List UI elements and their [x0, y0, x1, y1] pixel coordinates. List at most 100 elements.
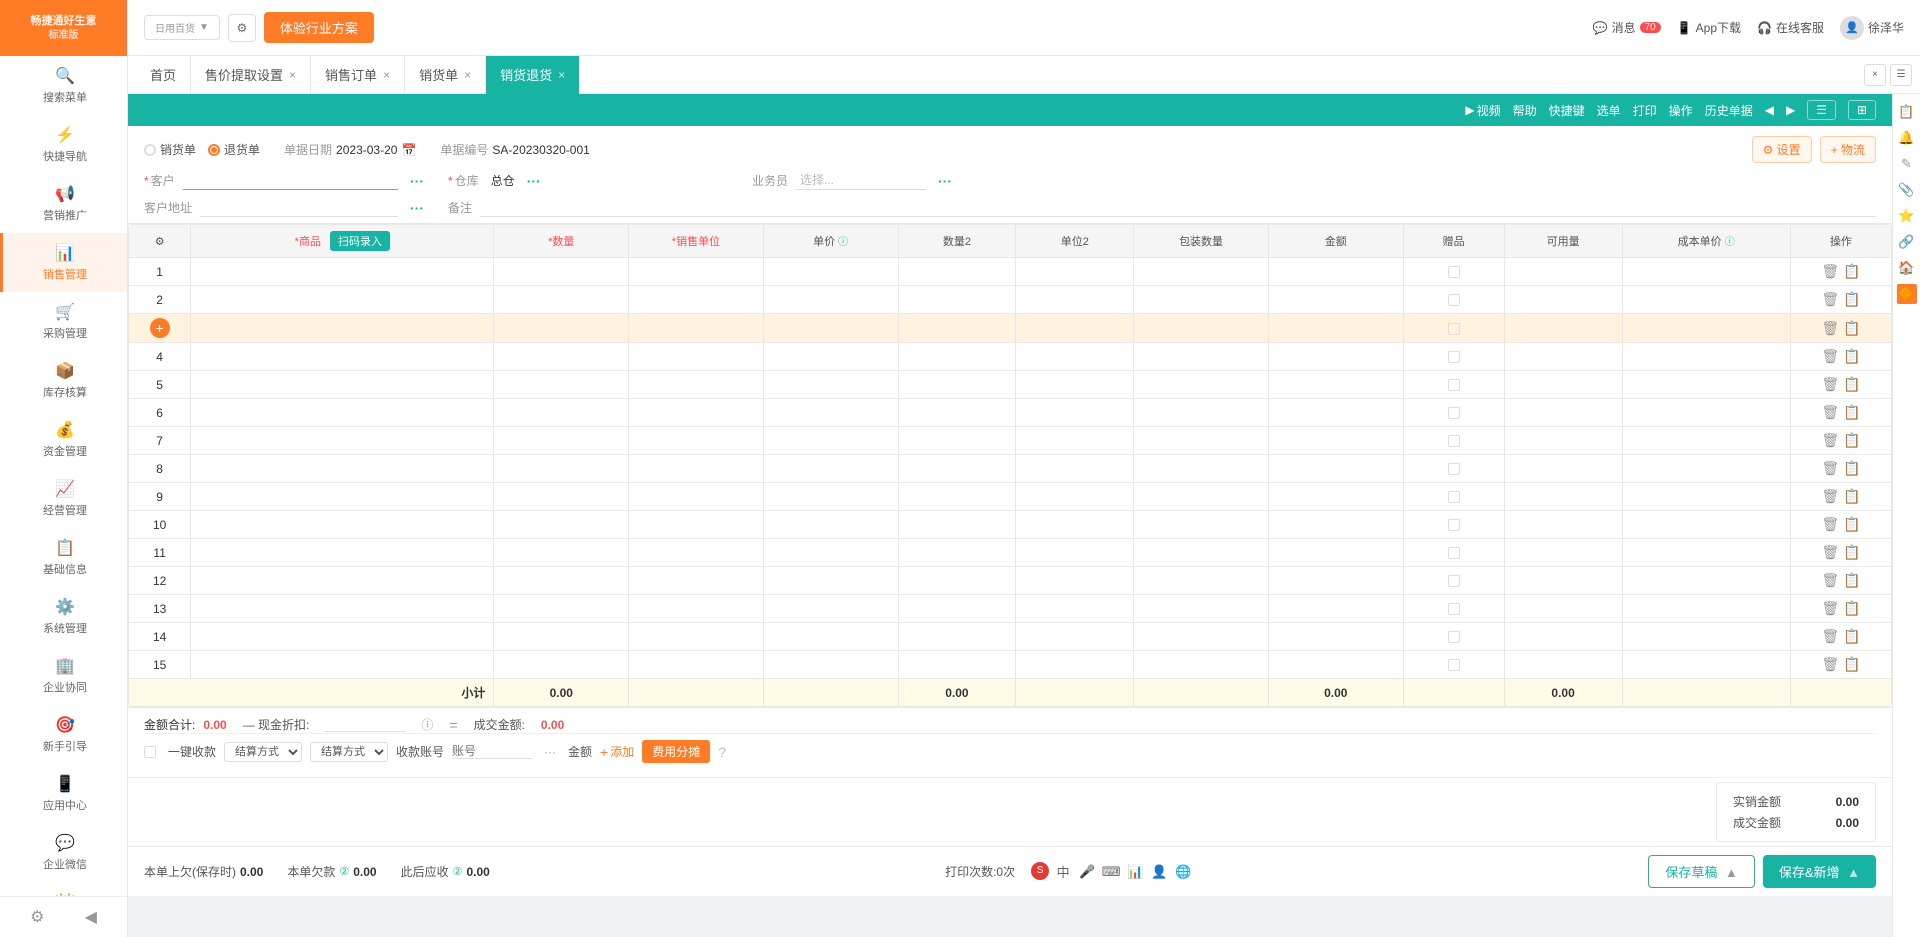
delete-row-3[interactable]: 🗑 — [1821, 320, 1839, 337]
header-settings-btn[interactable]: ⚙ — [228, 14, 256, 42]
gift-checkbox-4[interactable] — [1448, 351, 1460, 363]
delete-row-6[interactable]: 🗑 — [1821, 404, 1839, 421]
row-1-unit2[interactable] — [1016, 258, 1134, 286]
tab-sale-price-close[interactable]: × — [289, 68, 296, 82]
radio-sale[interactable]: 销货单 — [144, 141, 196, 158]
right-icon-4[interactable]: 📎 — [1897, 180, 1917, 200]
nav-next[interactable]: ▶ — [1786, 103, 1795, 117]
industry-dropdown[interactable]: 日用百货 ▼ — [144, 15, 220, 40]
help-action[interactable]: 帮助 — [1513, 102, 1537, 119]
tool-5[interactable]: 📊 — [1125, 862, 1145, 882]
logistics-btn[interactable]: + 物流 — [1820, 136, 1876, 163]
tab-sale-order[interactable]: 销售订单 × — [311, 56, 405, 94]
copy-row-1[interactable]: 📋 — [1843, 263, 1860, 280]
row-2-qty2[interactable] — [898, 286, 1016, 314]
calc-method-select[interactable]: 结算方式 — [224, 742, 302, 762]
tool-1[interactable]: S — [1031, 862, 1049, 880]
settings-bottom-icon[interactable]: ⚙ — [30, 907, 44, 927]
operate-action[interactable]: 操作 — [1669, 102, 1693, 119]
row-3-gift[interactable] — [1403, 314, 1504, 343]
delete-row-1[interactable]: 🗑 — [1821, 263, 1839, 280]
sidebar-item-purchase[interactable]: 🛒 采购管理 — [0, 292, 127, 351]
copy-row-10[interactable]: 📋 — [1843, 516, 1860, 533]
gift-checkbox-11[interactable] — [1448, 547, 1460, 559]
gift-checkbox-13[interactable] — [1448, 603, 1460, 615]
delete-row-12[interactable]: 🗑 — [1821, 572, 1839, 589]
row-3-amount[interactable] — [1268, 314, 1403, 343]
sidebar-item-enterprise[interactable]: 🏢 企业协同 — [0, 646, 127, 705]
row-2-qty[interactable] — [494, 286, 629, 314]
print-action[interactable]: 打印 — [1633, 102, 1657, 119]
delete-row-10[interactable]: 🗑 — [1821, 516, 1839, 533]
address-ellipsis[interactable]: ··· — [410, 200, 424, 216]
row-1-product[interactable] — [191, 258, 494, 286]
payment-method-select[interactable]: 结算方式 — [310, 742, 388, 762]
select-action[interactable]: 选单 — [1597, 102, 1621, 119]
row-2-pack-qty[interactable] — [1134, 286, 1269, 314]
tool-7[interactable]: 🌐 — [1173, 862, 1193, 882]
row-3-available[interactable] — [1504, 314, 1622, 343]
copy-row-14[interactable]: 📋 — [1843, 628, 1860, 645]
row-2-available[interactable] — [1504, 286, 1622, 314]
row-1-pack-qty[interactable] — [1134, 258, 1269, 286]
tool-3[interactable]: 🎤 — [1077, 862, 1097, 882]
sidebar-item-shortcuts[interactable]: ⚡ 快捷导航 — [0, 115, 127, 174]
nav-prev[interactable]: ◀ — [1765, 103, 1774, 117]
copy-row-4[interactable]: 📋 — [1843, 348, 1860, 365]
payment-checkbox[interactable] — [144, 746, 156, 758]
row-1-price[interactable] — [763, 258, 898, 286]
radio-return[interactable]: 退货单 — [208, 141, 260, 158]
copy-row-5[interactable]: 📋 — [1843, 376, 1860, 393]
collapse-icon[interactable]: ◀ — [85, 907, 97, 927]
add-payment-btn[interactable]: + 添加 — [600, 743, 634, 760]
tab-close-all[interactable]: × — [1864, 64, 1886, 86]
tab-sale-return-close[interactable]: × — [558, 68, 565, 82]
copy-row-3[interactable]: 📋 — [1843, 320, 1860, 337]
row-1-available[interactable] — [1504, 258, 1622, 286]
row-1-amount[interactable] — [1268, 258, 1403, 286]
copy-row-6[interactable]: 📋 — [1843, 404, 1860, 421]
trial-button[interactable]: 体验行业方案 — [264, 12, 374, 43]
sidebar-item-search[interactable]: 🔍 搜索菜单 — [0, 56, 127, 115]
delete-row-9[interactable]: 🗑 — [1821, 488, 1839, 505]
delete-row-11[interactable]: 🗑 — [1821, 544, 1839, 561]
copy-row-9[interactable]: 📋 — [1843, 488, 1860, 505]
tab-sale-delivery-close[interactable]: × — [464, 68, 471, 82]
row-1-unit[interactable] — [629, 258, 764, 286]
copy-row-8[interactable]: 📋 — [1843, 460, 1860, 477]
sidebar-item-system[interactable]: ⚙️ 系统管理 — [0, 587, 127, 646]
row-1-qty[interactable] — [494, 258, 629, 286]
remarks-input[interactable] — [480, 198, 1876, 217]
gift-checkbox-14[interactable] — [1448, 631, 1460, 643]
delete-row-7[interactable]: 🗑 — [1821, 432, 1839, 449]
gift-checkbox-1[interactable] — [1448, 266, 1460, 278]
sidebar-item-guide[interactable]: 🎯 新手引导 — [0, 705, 127, 764]
customer-ellipsis[interactable]: ··· — [410, 173, 424, 189]
right-icon-5[interactable]: ⭐ — [1897, 206, 1917, 226]
address-input[interactable] — [200, 198, 398, 217]
row-3-product[interactable] — [191, 314, 494, 343]
sidebar-item-apps[interactable]: 📱 应用中心 — [0, 764, 127, 823]
row-3-price[interactable] — [763, 314, 898, 343]
copy-row-7[interactable]: 📋 — [1843, 432, 1860, 449]
delete-row-2[interactable]: 🗑 — [1821, 291, 1839, 308]
row-2-cost[interactable] — [1622, 286, 1790, 314]
calendar-icon[interactable]: 📅 — [401, 143, 416, 157]
list-view-btn[interactable]: ☰ — [1807, 100, 1836, 120]
scan-button[interactable]: 扫码录入 — [330, 231, 390, 251]
delete-row-4[interactable]: 🗑 — [1821, 348, 1839, 365]
gift-checkbox-8[interactable] — [1448, 463, 1460, 475]
staff-input[interactable] — [796, 171, 926, 190]
gift-checkbox-5[interactable] — [1448, 379, 1460, 391]
gift-checkbox-3[interactable] — [1448, 323, 1460, 335]
grid-view-btn[interactable]: ⊞ — [1848, 100, 1876, 120]
user-action[interactable]: 👤 徐泽华 — [1840, 16, 1904, 40]
copy-row-13[interactable]: 📋 — [1843, 600, 1860, 617]
copy-row-12[interactable]: 📋 — [1843, 572, 1860, 589]
gift-checkbox-12[interactable] — [1448, 575, 1460, 587]
sidebar-item-inventory[interactable]: 📦 库存核算 — [0, 351, 127, 410]
row-3-qty2[interactable] — [898, 314, 1016, 343]
tool-4[interactable]: ⌨ — [1101, 862, 1121, 882]
customer-input[interactable] — [183, 171, 398, 190]
row-2-gift[interactable] — [1403, 286, 1504, 314]
